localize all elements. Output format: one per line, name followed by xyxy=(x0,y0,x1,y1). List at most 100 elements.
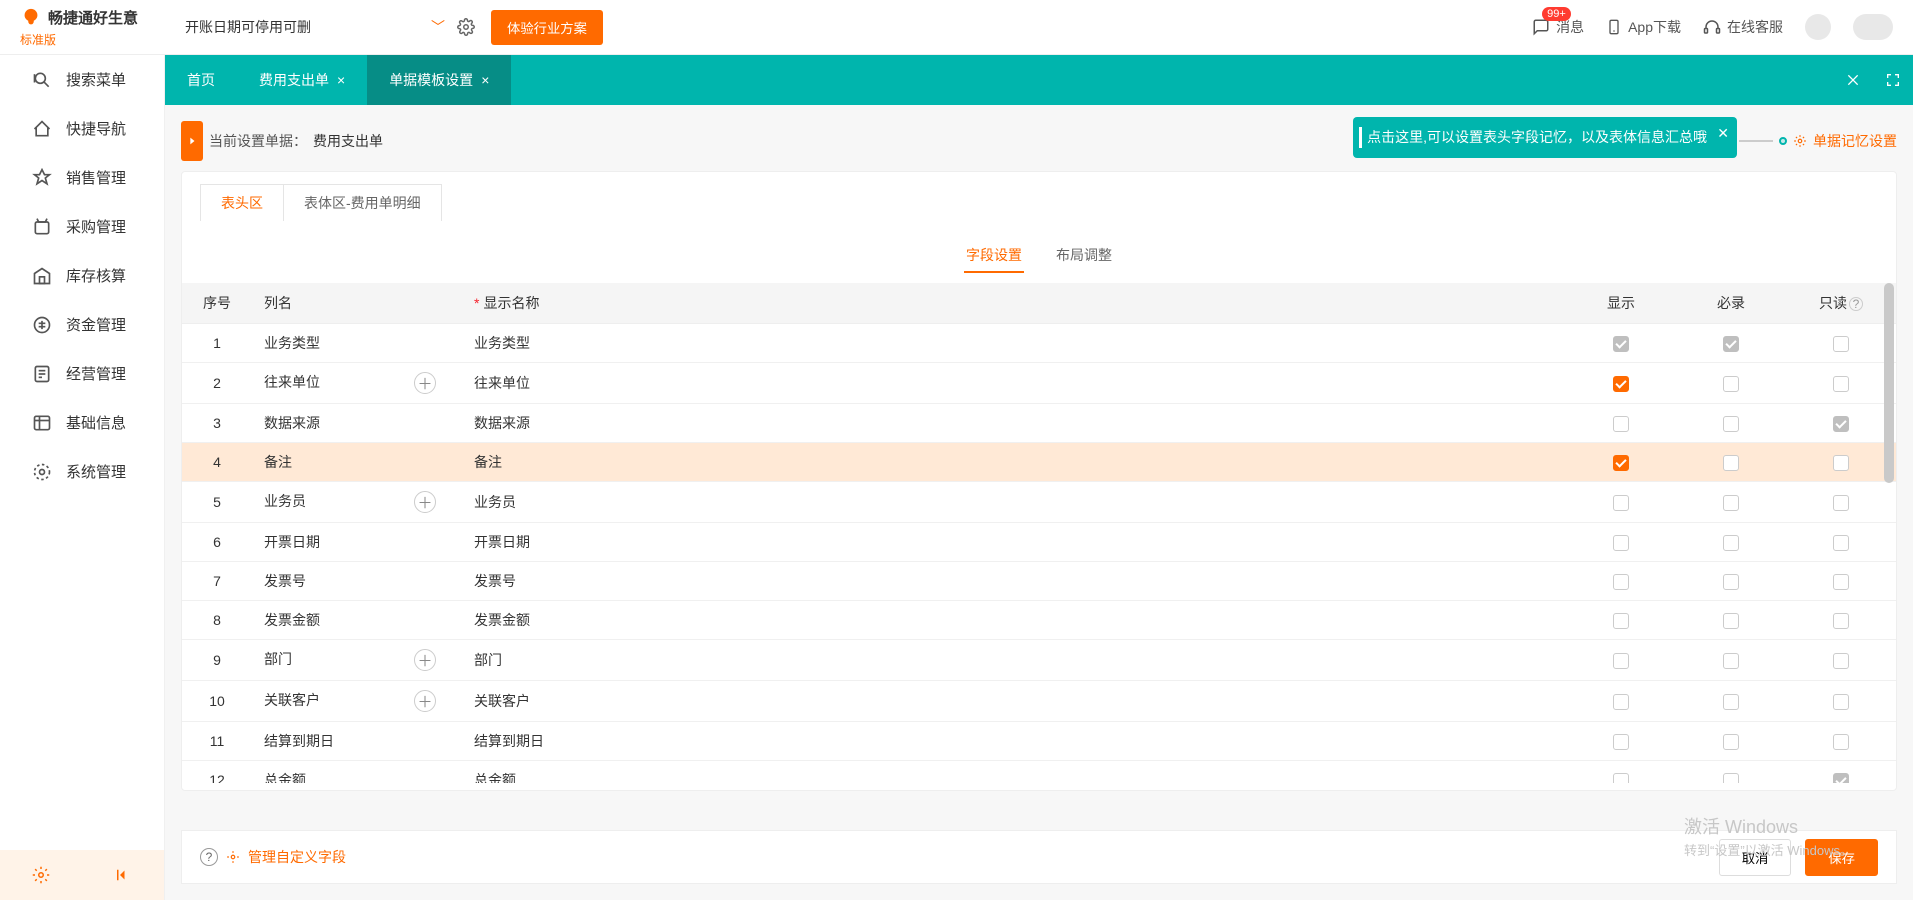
checkbox[interactable] xyxy=(1613,376,1629,392)
table-row[interactable]: 6开票日期开票日期 xyxy=(182,523,1896,562)
table-row[interactable]: 9部门＋部门 xyxy=(182,640,1896,681)
cell-disp[interactable]: 数据来源 xyxy=(462,404,1566,443)
cell-disp[interactable]: 往来单位 xyxy=(462,363,1566,404)
table-row[interactable]: 2往来单位＋往来单位 xyxy=(182,363,1896,404)
tab-单据模板设置[interactable]: 单据模板设置× xyxy=(367,55,511,105)
sidebar-item-operate[interactable]: 经营管理 xyxy=(0,349,164,398)
fullscreen-button[interactable] xyxy=(1873,55,1913,105)
table-row[interactable]: 12总金额总金额 xyxy=(182,761,1896,784)
collapse-icon[interactable] xyxy=(113,866,133,884)
industry-cta-button[interactable]: 体验行业方案 xyxy=(491,10,603,45)
account-settings-icon[interactable] xyxy=(457,18,475,36)
add-icon[interactable]: ＋ xyxy=(414,690,436,712)
sidebar-item-system[interactable]: 系统管理 xyxy=(0,447,164,496)
checkbox[interactable] xyxy=(1723,574,1739,590)
cell-disp[interactable]: 备注 xyxy=(462,443,1566,482)
cell-disp[interactable]: 关联客户 xyxy=(462,681,1566,722)
help-icon[interactable]: ? xyxy=(200,848,218,866)
help-icon[interactable]: ? xyxy=(1849,297,1863,311)
table-row[interactable]: 5业务员＋业务员 xyxy=(182,482,1896,523)
custom-fields-link[interactable]: 管理自定义字段 xyxy=(248,847,346,867)
close-icon[interactable]: × xyxy=(337,72,345,88)
table-row[interactable]: 1业务类型业务类型 xyxy=(182,324,1896,363)
checkbox[interactable] xyxy=(1723,694,1739,710)
tab-首页[interactable]: 首页 xyxy=(165,55,237,105)
save-button[interactable]: 保存 xyxy=(1805,839,1878,876)
checkbox[interactable] xyxy=(1833,574,1849,590)
checkbox[interactable] xyxy=(1723,495,1739,511)
checkbox[interactable] xyxy=(1833,336,1849,352)
cell-disp[interactable]: 开票日期 xyxy=(462,523,1566,562)
sub-tab[interactable]: 布局调整 xyxy=(1054,239,1114,273)
checkbox[interactable] xyxy=(1833,495,1849,511)
account-selector[interactable]: 开账日期可停用可删 ﹀ xyxy=(185,17,445,37)
checkbox[interactable] xyxy=(1723,416,1739,432)
checkbox[interactable] xyxy=(1723,653,1739,669)
avatar-small[interactable] xyxy=(1805,14,1831,40)
sidebar-item-purchase[interactable]: 采购管理 xyxy=(0,202,164,251)
cell-disp[interactable]: 结算到期日 xyxy=(462,722,1566,761)
checkbox[interactable] xyxy=(1613,574,1629,590)
checkbox[interactable] xyxy=(1833,535,1849,551)
checkbox[interactable] xyxy=(1613,773,1629,783)
add-icon[interactable]: ＋ xyxy=(414,649,436,671)
app-download-button[interactable]: App下载 xyxy=(1606,17,1681,37)
checkbox[interactable] xyxy=(1723,376,1739,392)
sidebar-item-base[interactable]: 基础信息 xyxy=(0,398,164,447)
close-icon[interactable]: × xyxy=(481,72,489,88)
zone-tab[interactable]: 表体区-费用单明细 xyxy=(284,184,442,221)
scrollbar[interactable] xyxy=(1884,283,1894,783)
checkbox[interactable] xyxy=(1613,613,1629,629)
cell-disp[interactable]: 业务类型 xyxy=(462,324,1566,363)
avatar[interactable] xyxy=(1853,14,1893,40)
checkbox[interactable] xyxy=(1613,495,1629,511)
table-row[interactable]: 11结算到期日结算到期日 xyxy=(182,722,1896,761)
checkbox[interactable] xyxy=(1833,694,1849,710)
cell-disp[interactable]: 发票金额 xyxy=(462,601,1566,640)
checkbox[interactable] xyxy=(1613,734,1629,750)
tooltip-close-icon[interactable]: ✕ xyxy=(1717,123,1729,144)
sidebar-item-quicknav[interactable]: 快捷导航 xyxy=(0,104,164,153)
cell-disp[interactable]: 业务员 xyxy=(462,482,1566,523)
table-row[interactable]: 7发票号发票号 xyxy=(182,562,1896,601)
table-row[interactable]: 8发票金额发票金额 xyxy=(182,601,1896,640)
cell-ro xyxy=(1786,324,1896,363)
table-row[interactable]: 10关联客户＋关联客户 xyxy=(182,681,1896,722)
checkbox[interactable] xyxy=(1723,455,1739,471)
online-service-button[interactable]: 在线客服 xyxy=(1703,17,1783,37)
checkbox[interactable] xyxy=(1723,535,1739,551)
memo-settings-link[interactable]: 单据记忆设置 xyxy=(1739,131,1897,151)
checkbox[interactable] xyxy=(1613,694,1629,710)
expand-handle[interactable] xyxy=(181,121,203,161)
tab-close-button[interactable] xyxy=(1833,55,1873,105)
checkbox[interactable] xyxy=(1833,734,1849,750)
checkbox[interactable] xyxy=(1723,734,1739,750)
checkbox[interactable] xyxy=(1833,455,1849,471)
checkbox[interactable] xyxy=(1833,613,1849,629)
table-row[interactable]: 4备注备注 xyxy=(182,443,1896,482)
checkbox[interactable] xyxy=(1833,376,1849,392)
checkbox[interactable] xyxy=(1723,613,1739,629)
add-icon[interactable]: ＋ xyxy=(414,491,436,513)
checkbox[interactable] xyxy=(1613,416,1629,432)
checkbox[interactable] xyxy=(1613,455,1629,471)
add-icon[interactable]: ＋ xyxy=(414,372,436,394)
messages-button[interactable]: 消息 99+ xyxy=(1532,17,1584,37)
zone-tab[interactable]: 表头区 xyxy=(200,184,284,221)
cell-disp[interactable]: 总金额 xyxy=(462,761,1566,784)
sidebar-item-search[interactable]: 搜索菜单 xyxy=(0,55,164,104)
checkbox[interactable] xyxy=(1723,773,1739,783)
gear-icon[interactable] xyxy=(32,866,50,884)
checkbox[interactable] xyxy=(1833,653,1849,669)
sub-tab[interactable]: 字段设置 xyxy=(964,239,1024,273)
cell-disp[interactable]: 部门 xyxy=(462,640,1566,681)
table-row[interactable]: 3数据来源数据来源 xyxy=(182,404,1896,443)
sidebar-item-fund[interactable]: 资金管理 xyxy=(0,300,164,349)
tab-费用支出单[interactable]: 费用支出单× xyxy=(237,55,367,105)
checkbox[interactable] xyxy=(1613,653,1629,669)
cancel-button[interactable]: 取消 xyxy=(1719,839,1792,876)
checkbox[interactable] xyxy=(1613,535,1629,551)
sidebar-item-stock[interactable]: 库存核算 xyxy=(0,251,164,300)
cell-disp[interactable]: 发票号 xyxy=(462,562,1566,601)
sidebar-item-sales[interactable]: 销售管理 xyxy=(0,153,164,202)
